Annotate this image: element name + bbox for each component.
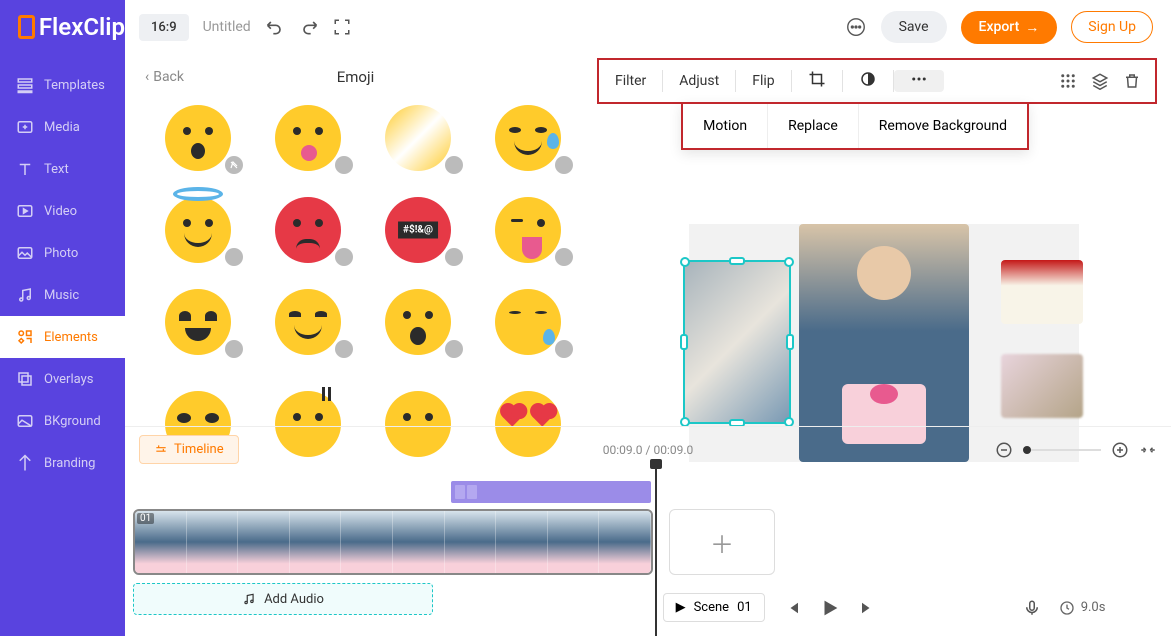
sidebar-item-video[interactable]: Video	[0, 190, 125, 232]
back-button[interactable]: ‹Back	[145, 69, 184, 85]
aspect-ratio-selector[interactable]: 16:9	[139, 14, 189, 41]
fullscreen-icon[interactable]	[333, 18, 351, 36]
sidebar-item-text[interactable]: Text	[0, 148, 125, 190]
emoji-item[interactable]	[151, 100, 245, 176]
emoji-item[interactable]	[261, 100, 355, 176]
panel-title: Emoji	[184, 68, 527, 86]
zoom-out-icon[interactable]	[995, 441, 1013, 459]
flip-button[interactable]: Flip	[736, 73, 790, 89]
add-badge-icon	[335, 156, 353, 174]
top-bar: FlexClip 16:9 Untitled Save Export→ Sign…	[0, 0, 1171, 54]
remove-background-button[interactable]: Remove Background	[859, 104, 1027, 148]
add-badge-icon	[555, 156, 573, 174]
zoom-in-icon[interactable]	[1111, 441, 1129, 459]
censor-label: #$!&@	[398, 222, 438, 239]
fit-icon[interactable]	[1139, 441, 1157, 459]
layers-icon[interactable]	[1091, 72, 1109, 90]
sidebar: Templates Media Text Video Photo Music E…	[0, 54, 125, 636]
image-toolbar: Filter Adjust Flip	[597, 58, 1157, 104]
add-scene-button[interactable]: ＋	[669, 509, 775, 575]
sidebar-item-elements[interactable]: Elements	[0, 316, 125, 358]
resize-handle[interactable]	[784, 417, 794, 427]
add-badge-icon	[335, 340, 353, 358]
sidebar-item-overlays[interactable]: Overlays	[0, 358, 125, 400]
overlay-image[interactable]	[1001, 260, 1083, 324]
resize-handle[interactable]	[784, 257, 794, 267]
emoji-item[interactable]	[481, 284, 575, 360]
mask-icon[interactable]	[843, 70, 893, 92]
overlay-image[interactable]	[1001, 354, 1083, 418]
sidebar-item-bkground[interactable]: BKground	[0, 400, 125, 442]
redo-icon[interactable]	[299, 17, 319, 37]
resize-handle[interactable]	[786, 334, 794, 350]
crop-icon[interactable]	[792, 70, 842, 92]
sidebar-item-music[interactable]: Music	[0, 274, 125, 316]
time-display: 00:09.0 / 00:09.0	[603, 443, 694, 457]
sidebar-item-media[interactable]: Media	[0, 106, 125, 148]
grid-icon[interactable]	[1059, 72, 1077, 90]
emoji-item[interactable]	[261, 284, 355, 360]
add-badge-icon	[225, 248, 243, 266]
add-audio-button[interactable]: Add Audio	[133, 583, 433, 615]
delete-icon[interactable]	[1123, 72, 1141, 90]
replace-button[interactable]: Replace	[768, 104, 858, 148]
sidebar-item-branding[interactable]: Branding	[0, 442, 125, 484]
emoji-grid: #$!&@	[125, 100, 597, 452]
motion-button[interactable]: Motion	[683, 104, 767, 148]
timeline-toggle[interactable]: Timeline	[139, 435, 239, 464]
emoji-item[interactable]	[481, 192, 575, 268]
emoji-item[interactable]	[371, 100, 465, 176]
add-badge-icon	[335, 248, 353, 266]
overlay-clip[interactable]	[451, 481, 651, 503]
emoji-item[interactable]	[151, 284, 245, 360]
resize-handle[interactable]	[729, 257, 745, 265]
add-badge-icon	[445, 156, 463, 174]
emoji-item[interactable]: #$!&@	[371, 192, 465, 268]
emoji-item[interactable]	[371, 284, 465, 360]
emoji-item[interactable]	[261, 192, 355, 268]
resize-handle[interactable]	[680, 334, 688, 350]
add-badge-icon	[555, 248, 573, 266]
add-badge-icon	[225, 156, 243, 174]
project-title[interactable]: Untitled	[203, 19, 251, 35]
sidebar-item-templates[interactable]: Templates	[0, 64, 125, 106]
save-button[interactable]: Save	[881, 11, 947, 43]
add-badge-icon	[555, 340, 573, 358]
zoom-slider-thumb[interactable]	[1023, 446, 1031, 454]
comment-icon[interactable]	[845, 16, 867, 38]
video-track[interactable]: 01	[133, 509, 653, 575]
more-icon[interactable]	[894, 70, 944, 92]
resize-handle[interactable]	[680, 417, 690, 427]
export-button[interactable]: Export→	[961, 11, 1058, 44]
adjust-button[interactable]: Adjust	[663, 73, 735, 89]
more-dropdown: Motion Replace Remove Background	[681, 102, 1029, 150]
add-badge-icon	[225, 340, 243, 358]
emoji-item[interactable]	[151, 192, 245, 268]
zoom-slider-track[interactable]	[1031, 449, 1101, 451]
add-badge-icon	[445, 340, 463, 358]
filter-button[interactable]: Filter	[599, 73, 662, 89]
sidebar-item-photo[interactable]: Photo	[0, 232, 125, 274]
undo-icon[interactable]	[265, 17, 285, 37]
logo: FlexClip	[0, 0, 125, 54]
signup-button[interactable]: Sign Up	[1071, 11, 1153, 43]
selected-image[interactable]	[683, 260, 791, 424]
emoji-item[interactable]	[481, 100, 575, 176]
playhead[interactable]	[655, 465, 657, 636]
timeline: Timeline 00:09.0 / 00:09.0 01 ＋ Add Audi…	[125, 426, 1171, 636]
resize-handle[interactable]	[680, 257, 690, 267]
add-badge-icon	[445, 248, 463, 266]
